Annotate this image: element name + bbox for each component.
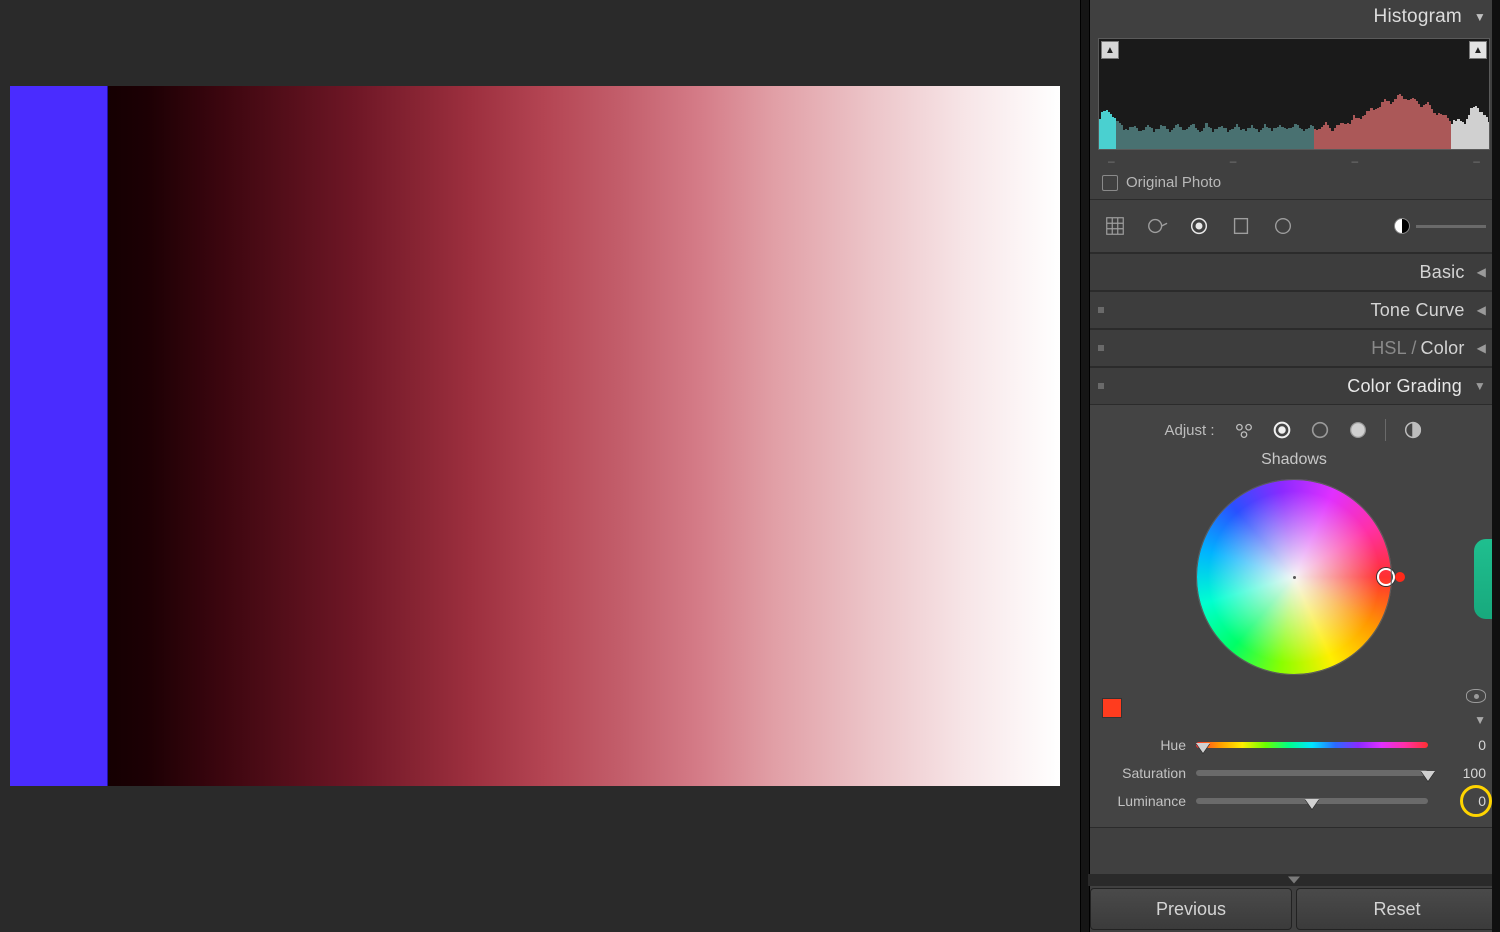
color-swatch[interactable] (1102, 698, 1122, 718)
panel-header-histogram[interactable]: Histogram ▼ (1088, 0, 1500, 34)
chevron-left-icon: ◀ (1477, 303, 1486, 317)
color-grading-panel: Adjust : (1088, 405, 1500, 828)
luminance-slider[interactable]: Luminance 0 (1102, 793, 1486, 809)
tutorial-highlight-ring (1460, 785, 1492, 817)
histogram-display[interactable]: ▲ ▲ (1098, 38, 1490, 150)
luminance-value[interactable]: 0 (1438, 793, 1486, 809)
panel-switch-icon[interactable] (1098, 383, 1104, 389)
adjust-midtones-icon[interactable] (1309, 419, 1331, 441)
chevron-down-icon[interactable]: ▼ (1474, 713, 1486, 727)
panel-header-hsl-color[interactable]: HSL / Color ◀ (1088, 329, 1500, 367)
graduated-filter-icon[interactable] (1270, 213, 1296, 239)
slider-thumb[interactable] (1305, 799, 1319, 809)
adjust-global-icon[interactable] (1402, 419, 1424, 441)
histogram-meta: – – – – (1088, 150, 1500, 172)
panel-header-tone-curve[interactable]: Tone Curve ◀ (1088, 291, 1500, 329)
slider-thumb[interactable] (1196, 743, 1210, 753)
half-circle-icon (1394, 218, 1410, 234)
hue-slider[interactable]: Hue 0 (1102, 737, 1486, 753)
clipping-overlay-blue (10, 86, 108, 786)
histogram-bars (1099, 49, 1489, 149)
hue-value[interactable]: 0 (1438, 737, 1486, 753)
redeye-tool-icon[interactable] (1186, 213, 1212, 239)
adjust-3way-icon[interactable] (1233, 419, 1255, 441)
original-photo-label: Original Photo (1126, 174, 1221, 191)
panel-header-basic[interactable]: Basic ◀ (1088, 253, 1500, 291)
original-photo-checkbox[interactable] (1102, 175, 1118, 191)
adjust-highlights-icon[interactable] (1347, 419, 1369, 441)
color-wheel-handle[interactable] (1377, 568, 1395, 586)
chevron-left-icon: ◀ (1477, 341, 1486, 355)
zone-title: Shadows (1102, 451, 1486, 469)
color-wheel-hue-indicator (1395, 572, 1405, 582)
spot-heal-tool-icon[interactable] (1144, 213, 1170, 239)
adjust-label: Adjust : (1164, 422, 1214, 439)
mask-amount-slider[interactable] (1394, 218, 1486, 234)
color-wheel-shadows[interactable] (1196, 479, 1392, 675)
preview-gradient (108, 86, 1060, 786)
masking-tool-icon[interactable] (1228, 213, 1254, 239)
histogram-title: Histogram (1374, 6, 1462, 28)
window-scrollbar[interactable] (1492, 0, 1500, 932)
panel-header-color-grading[interactable]: Color Grading ▼ (1088, 367, 1500, 405)
panel-switch-icon[interactable] (1098, 307, 1104, 313)
slider-thumb[interactable] (1421, 771, 1435, 781)
saturation-slider[interactable]: Saturation 100 (1102, 765, 1486, 781)
chevron-left-icon: ◀ (1477, 265, 1486, 279)
chevron-down-icon: ▼ (1474, 10, 1486, 24)
footer-splitter[interactable] (1088, 874, 1500, 886)
crop-tool-icon[interactable] (1102, 213, 1128, 239)
reset-button[interactable]: Reset (1296, 888, 1498, 930)
previous-button[interactable]: Previous (1090, 888, 1292, 930)
eye-icon[interactable] (1466, 689, 1486, 703)
chevron-down-icon: ▼ (1474, 379, 1486, 393)
panel-resize-handle[interactable] (1080, 0, 1090, 932)
panel-switch-icon[interactable] (1098, 345, 1104, 351)
adjust-shadows-icon[interactable] (1271, 419, 1293, 441)
saturation-value[interactable]: 100 (1438, 765, 1486, 781)
image-preview[interactable] (10, 86, 1060, 786)
toolstrip (1088, 200, 1500, 253)
